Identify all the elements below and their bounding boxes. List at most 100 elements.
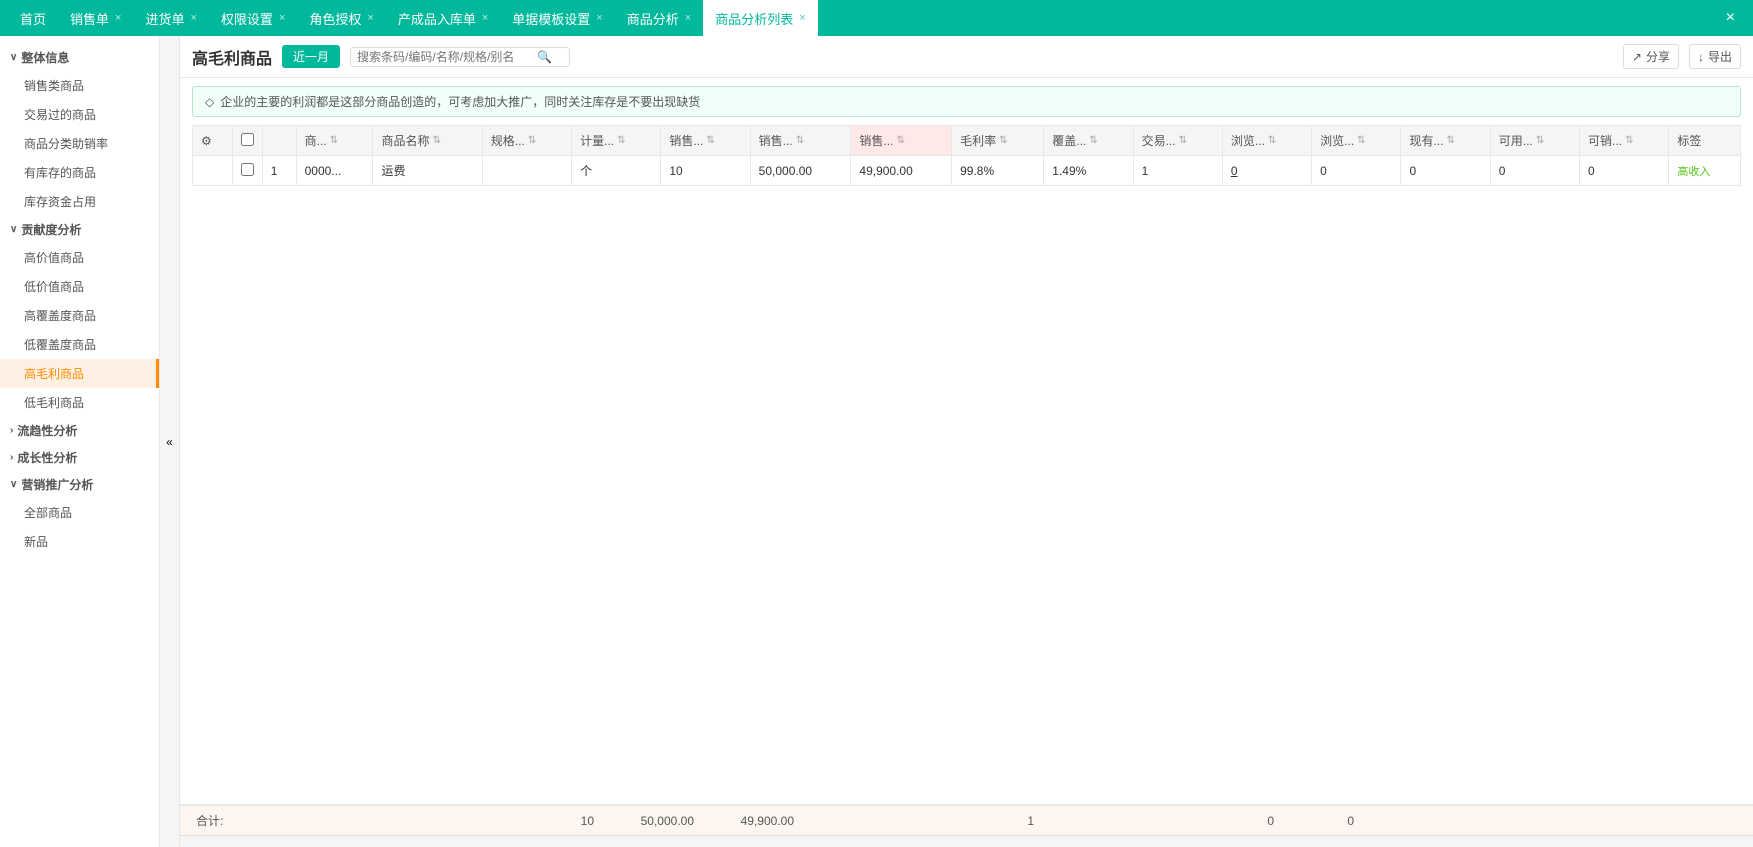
sidebar-item-all-products[interactable]: 全部商品 — [0, 498, 159, 527]
window-close-button[interactable]: × — [1716, 9, 1745, 27]
nav-product-analysis-list[interactable]: 商品分析列表 × — [703, 0, 817, 36]
sidebar-group-contribution[interactable]: ∨ 贡献度分析 — [0, 216, 159, 243]
col-code[interactable]: 商... ⇅ — [296, 126, 373, 156]
sidebar-item-new-products[interactable]: 新品 — [0, 527, 159, 556]
sidebar-item-low-margin[interactable]: 低毛利商品 — [0, 388, 159, 417]
cell-current: 0 — [1401, 156, 1490, 186]
share-icon: ↗ — [1632, 50, 1642, 64]
table-row[interactable]: 1 0000... 运费 个 — [193, 156, 1741, 186]
col-coverage[interactable]: 覆盖... ⇅ — [1044, 126, 1133, 156]
sidebar-item-stock-capital[interactable]: 库存资金占用 — [0, 187, 159, 216]
close-product-inbound[interactable]: × — [482, 12, 488, 24]
col-name[interactable]: 商品名称 ⇅ — [373, 126, 482, 156]
col-gross-rate[interactable]: 毛利率 ⇅ — [952, 126, 1044, 156]
col-settings[interactable]: ⚙ — [193, 126, 233, 156]
select-all-checkbox[interactable] — [241, 133, 254, 146]
nav-template-settings[interactable]: 单据模板设置 × — [500, 0, 614, 36]
sidebar-item-in-stock[interactable]: 有库存的商品 — [0, 158, 159, 187]
page-title: 高毛利商品 — [192, 45, 272, 69]
arrow-right-icon-2: › — [10, 452, 13, 463]
footer-available: 0 — [1282, 814, 1362, 828]
search-input[interactable] — [357, 50, 537, 64]
sort-icon-coverage: ⇅ — [1089, 135, 1097, 146]
cell-settings — [193, 156, 233, 186]
nav-purchase-order[interactable]: 进货单 × — [133, 0, 208, 36]
info-icon: ◇ — [205, 95, 214, 109]
sidebar-group-overall[interactable]: ∨ 整体信息 — [0, 44, 159, 71]
close-product-analysis[interactable]: × — [685, 12, 691, 24]
close-permission[interactable]: × — [279, 12, 285, 24]
close-role-auth[interactable]: × — [367, 12, 373, 24]
sort-icon-gross: ⇅ — [999, 135, 1007, 146]
arrow-down-icon: ∨ — [10, 52, 17, 63]
footer-transactions: 1 — [962, 814, 1042, 828]
cell-coverage: 1.49% — [1044, 156, 1133, 186]
collapse-icon: « — [166, 435, 173, 449]
sidebar-item-high-coverage[interactable]: 高覆盖度商品 — [0, 301, 159, 330]
share-button[interactable]: ↗ 分享 — [1623, 44, 1679, 69]
col-sales2[interactable]: 销售... ⇅ — [750, 126, 851, 156]
filter-last-month-button[interactable]: 近一月 — [282, 45, 340, 68]
col-sellable[interactable]: 可销... ⇅ — [1580, 126, 1669, 156]
sidebar-item-low-value[interactable]: 低价值商品 — [0, 272, 159, 301]
export-button[interactable]: ↓ 导出 — [1689, 44, 1741, 69]
nav-product-analysis[interactable]: 商品分析 × — [615, 0, 703, 36]
cell-code: 0000... — [296, 156, 373, 186]
arrow-right-icon: › — [10, 425, 13, 436]
close-purchase-order[interactable]: × — [190, 12, 196, 24]
sidebar-item-traded-products[interactable]: 交易过的商品 — [0, 100, 159, 129]
close-product-analysis-list[interactable]: × — [799, 12, 805, 24]
cell-sales2: 50,000.00 — [750, 156, 851, 186]
sidebar: ∨ 整体信息 销售类商品 交易过的商品 商品分类助销率 有库存的商品 库存资金占… — [0, 36, 160, 847]
col-available[interactable]: 可用... ⇅ — [1490, 126, 1579, 156]
sidebar-item-low-coverage[interactable]: 低覆盖度商品 — [0, 330, 159, 359]
col-browse2[interactable]: 浏览... ⇅ — [1312, 126, 1401, 156]
col-current[interactable]: 现有... ⇅ — [1401, 126, 1490, 156]
cell-checkbox[interactable] — [232, 156, 262, 186]
nav-role-auth[interactable]: 角色授权 × — [297, 0, 385, 36]
close-template[interactable]: × — [596, 12, 602, 24]
search-box[interactable]: 🔍 — [350, 47, 570, 67]
col-sales3[interactable]: 销售... ⇅ — [851, 126, 952, 156]
table-container[interactable]: ⚙ 商... ⇅ — [180, 125, 1753, 804]
sidebar-collapse-button[interactable]: « — [160, 36, 180, 847]
col-browse1[interactable]: 浏览... ⇅ — [1222, 126, 1311, 156]
sort-icon-current: ⇅ — [1446, 135, 1454, 146]
footer-current: 0 — [1202, 814, 1282, 828]
sort-icon-name: ⇅ — [432, 135, 440, 146]
nav-sales-order[interactable]: 销售单 × — [58, 0, 133, 36]
cell-browse1[interactable]: 0 — [1222, 156, 1311, 186]
content-area: 高毛利商品 近一月 🔍 ↗ 分享 ↓ 导出 ◇ 企业的主要的利润都是这部分商品创… — [180, 36, 1753, 847]
cell-transactions: 1 — [1133, 156, 1222, 186]
col-spec[interactable]: 规格... ⇅ — [482, 126, 571, 156]
nav-permission-settings[interactable]: 权限设置 × — [209, 0, 297, 36]
cell-available: 0 — [1490, 156, 1579, 186]
col-unit[interactable]: 计量... ⇅ — [572, 126, 661, 156]
sidebar-item-high-value[interactable]: 高价值商品 — [0, 243, 159, 272]
close-sales-order[interactable]: × — [115, 12, 121, 24]
footer-sales2: 50,000.00 — [602, 814, 702, 828]
search-icon[interactable]: 🔍 — [537, 50, 552, 64]
cell-sales1: 10 — [661, 156, 750, 186]
sort-icon-browse2: ⇅ — [1357, 135, 1365, 146]
cell-gross-rate: 99.8% — [952, 156, 1044, 186]
main-layout: ∨ 整体信息 销售类商品 交易过的商品 商品分类助销率 有库存的商品 库存资金占… — [0, 36, 1753, 847]
row-checkbox[interactable] — [241, 163, 254, 176]
col-checkbox[interactable] — [232, 126, 262, 156]
settings-icon[interactable]: ⚙ — [201, 134, 212, 148]
sidebar-group-marketing[interactable]: ∨ 营销推广分析 — [0, 471, 159, 498]
arrow-down-icon-2: ∨ — [10, 224, 17, 235]
col-transactions[interactable]: 交易... ⇅ — [1133, 126, 1222, 156]
sidebar-group-trend[interactable]: › 流趋性分析 — [0, 417, 159, 444]
cell-row-num: 1 — [262, 156, 296, 186]
nav-product-inbound[interactable]: 产成品入库单 × — [386, 0, 500, 36]
sidebar-item-category-rate[interactable]: 商品分类助销率 — [0, 129, 159, 158]
horizontal-scrollbar[interactable] — [180, 835, 1753, 847]
sidebar-group-growth[interactable]: › 成长性分析 — [0, 444, 159, 471]
col-sales1[interactable]: 销售... ⇅ — [661, 126, 750, 156]
sidebar-item-high-margin[interactable]: 高毛利商品 — [0, 359, 159, 388]
nav-home[interactable]: 首页 — [8, 0, 58, 36]
sidebar-item-sales-products[interactable]: 销售类商品 — [0, 71, 159, 100]
footer-sales3: 49,900.00 — [702, 814, 802, 828]
footer-label: 合计: — [192, 812, 522, 829]
